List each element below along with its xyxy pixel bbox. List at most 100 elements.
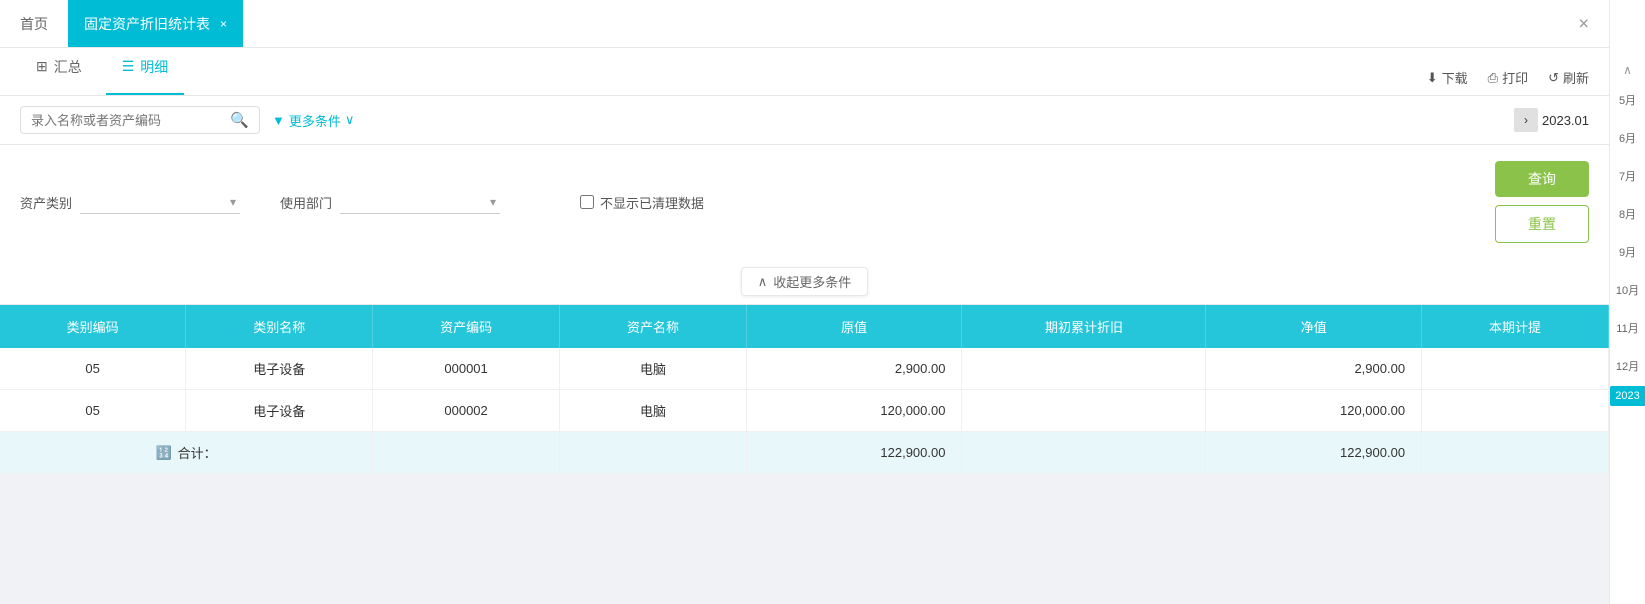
collapse-icon: ∧ [758, 274, 768, 290]
filter-row: 资产类别 使用部门 不显示已清理数据 [20, 161, 1589, 243]
date-arrow-button[interactable]: › [1514, 108, 1538, 132]
row2-asset-name: 电脑 [560, 390, 747, 432]
summary-tab-icon: ⊞ [36, 58, 48, 75]
th-net-value: 净值 [1206, 305, 1422, 348]
sidebar-month-6[interactable]: 6月 [1610, 120, 1645, 156]
department-field: 使用部门 [280, 190, 500, 214]
print-button[interactable]: ⎙ 打印 [1488, 68, 1528, 87]
sidebar-month-5[interactable]: 5月 [1610, 82, 1645, 118]
window-close-button[interactable]: × [1578, 13, 1589, 34]
nav-tab-fixed-assets[interactable]: 固定资产折旧统计表 × [68, 0, 243, 47]
total-empty-1 [373, 432, 560, 474]
table-body: 05 电子设备 000001 电脑 2,900.00 2,900.00 05 电… [0, 348, 1609, 474]
department-select-wrap [340, 190, 500, 214]
total-net-value: 122,900.00 [1206, 432, 1422, 474]
row1-net-value: 2,900.00 [1206, 348, 1422, 390]
more-conditions-label: 更多条件 [289, 111, 341, 130]
top-nav: 首页 固定资产折旧统计表 × × [0, 0, 1609, 48]
refresh-icon: ↺ [1548, 70, 1559, 86]
detail-tab-icon: ☰ [122, 58, 135, 75]
collapse-label: 收起更多条件 [773, 272, 851, 291]
search-input-wrap: 🔍 [20, 106, 260, 134]
th-original-value: 原值 [746, 305, 962, 348]
row1-original-value: 2,900.00 [746, 348, 962, 390]
table-row: 05 电子设备 000002 电脑 120,000.00 120,000.00 [0, 390, 1609, 432]
date-text: 2023.01 [1542, 113, 1589, 128]
right-sidebar: ∧ 5月 6月 7月 8月 9月 10月 11月 12月 2023 [1609, 0, 1645, 604]
row2-category-code: 05 [0, 390, 186, 432]
reset-button[interactable]: 重置 [1495, 205, 1589, 243]
row1-category-name: 电子设备 [186, 348, 373, 390]
row2-current-depreciation [1422, 390, 1609, 432]
filter-area: 资产类别 使用部门 不显示已清理数据 [0, 145, 1609, 305]
more-conditions-button[interactable]: ▼ 更多条件 ∨ [272, 111, 354, 130]
tabs-row: ⊞ 汇总 ☰ 明细 ⬇ 下载 ⎙ 打印 ↺ 刷新 [0, 48, 1609, 96]
total-accum-depreciation [962, 432, 1206, 474]
row2-asset-code: 000002 [373, 390, 560, 432]
data-table: 类别编码 类别名称 资产编码 资产名称 原值 期初累计折旧 净值 本期计提 05… [0, 305, 1609, 474]
hide-cleared-checkbox[interactable] [580, 195, 594, 209]
action-buttons: 查询 重置 [1495, 161, 1589, 243]
total-empty-2 [560, 432, 747, 474]
sidebar-month-9[interactable]: 9月 [1610, 234, 1645, 270]
row1-asset-name: 电脑 [560, 348, 747, 390]
sidebar-month-10[interactable]: 10月 [1610, 272, 1645, 308]
download-icon: ⬇ [1427, 70, 1438, 86]
total-icon: 🔢 [155, 445, 171, 461]
sidebar-month-8[interactable]: 8月 [1610, 196, 1645, 232]
th-category-name: 类别名称 [186, 305, 373, 348]
tab-summary-label: 汇总 [54, 57, 82, 77]
asset-category-select[interactable] [80, 190, 240, 214]
collapse-button[interactable]: ∧ 收起更多条件 [741, 267, 869, 296]
tab-detail[interactable]: ☰ 明细 [106, 48, 185, 95]
tab-summary[interactable]: ⊞ 汇总 [20, 48, 98, 95]
filter-icon: ▼ [272, 113, 285, 128]
th-asset-name: 资产名称 [560, 305, 747, 348]
row2-accum-depreciation [962, 390, 1206, 432]
hide-cleared-label: 不显示已清理数据 [600, 193, 704, 212]
th-asset-code: 资产编码 [373, 305, 560, 348]
print-icon: ⎙ [1488, 70, 1498, 86]
sidebar-scroll-up-button[interactable]: ∧ [1610, 60, 1645, 80]
asset-category-field: 资产类别 [20, 190, 240, 214]
row1-category-code: 05 [0, 348, 186, 390]
refresh-button[interactable]: ↺ 刷新 [1548, 68, 1589, 87]
collapse-bar: ∧ 收起更多条件 [20, 259, 1589, 304]
sidebar-month-11[interactable]: 11月 [1610, 310, 1645, 346]
total-original-value: 122,900.00 [746, 432, 962, 474]
sidebar-year-2023[interactable]: 2023 [1610, 386, 1645, 406]
nav-home-link[interactable]: 首页 [0, 0, 68, 47]
query-button[interactable]: 查询 [1495, 161, 1589, 197]
row2-category-name: 电子设备 [186, 390, 373, 432]
date-display: › 2023.01 [1514, 108, 1589, 132]
tab-detail-label: 明细 [140, 57, 168, 77]
refresh-label: 刷新 [1563, 68, 1589, 87]
search-input[interactable] [31, 113, 230, 128]
search-icon[interactable]: 🔍 [230, 111, 249, 129]
department-label: 使用部门 [280, 193, 332, 212]
table-wrap: 类别编码 类别名称 资产编码 资产名称 原值 期初累计折旧 净值 本期计提 05… [0, 305, 1609, 604]
department-select[interactable] [340, 190, 500, 214]
th-category-code: 类别编码 [0, 305, 186, 348]
asset-category-label: 资产类别 [20, 193, 72, 212]
row1-accum-depreciation [962, 348, 1206, 390]
toolbar-right: ⬇ 下载 ⎙ 打印 ↺ 刷新 [1427, 68, 1589, 95]
row2-net-value: 120,000.00 [1206, 390, 1422, 432]
asset-category-select-wrap [80, 190, 240, 214]
row1-current-depreciation [1422, 348, 1609, 390]
chevron-down-icon: ∨ [345, 112, 355, 128]
download-label: 下载 [1442, 68, 1468, 87]
total-label-cell: 🔢 合计： [0, 432, 373, 474]
print-label: 打印 [1502, 68, 1528, 87]
download-button[interactable]: ⬇ 下载 [1427, 68, 1468, 87]
th-current-depreciation: 本期计提 [1422, 305, 1609, 348]
nav-tab-close-button[interactable]: × [220, 17, 227, 31]
total-row: 🔢 合计： 122,900.00 122,900.00 [0, 432, 1609, 474]
sidebar-month-12[interactable]: 12月 [1610, 348, 1645, 384]
total-current-depreciation [1422, 432, 1609, 474]
sidebar-month-7[interactable]: 7月 [1610, 158, 1645, 194]
table-row: 05 电子设备 000001 电脑 2,900.00 2,900.00 [0, 348, 1609, 390]
nav-tab-label: 固定资产折旧统计表 [84, 14, 210, 34]
total-label-text: 合计： [178, 443, 217, 462]
table-header: 类别编码 类别名称 资产编码 资产名称 原值 期初累计折旧 净值 本期计提 [0, 305, 1609, 348]
